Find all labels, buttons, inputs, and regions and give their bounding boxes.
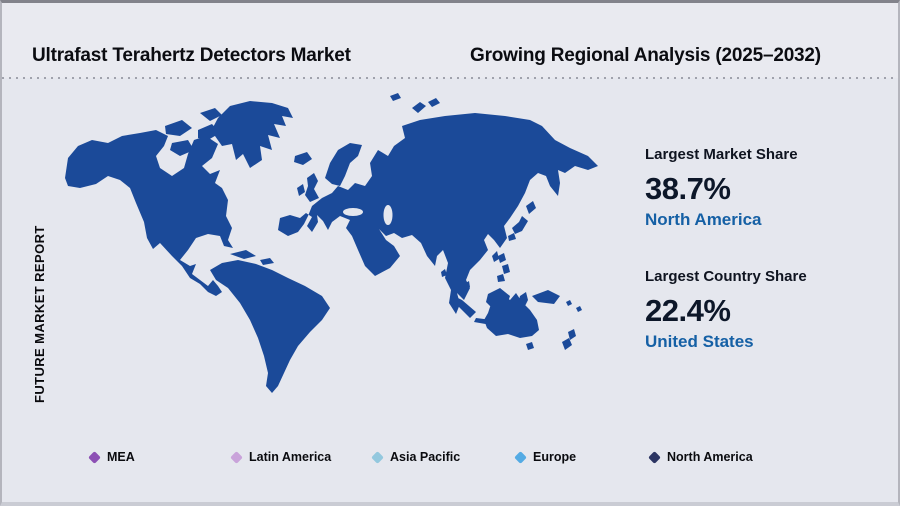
legend-dot-icon	[88, 450, 101, 464]
legend-dot-icon	[230, 450, 243, 464]
legend-label: North America	[667, 450, 753, 464]
legend-dot-icon	[514, 450, 527, 464]
legend-item-europe: Europe	[514, 450, 577, 464]
legend-item-latin-america: Latin America	[230, 450, 332, 464]
world-map-landmass	[65, 93, 598, 393]
stat-region: North America	[645, 210, 762, 229]
stat-label: Largest Country Share	[645, 268, 807, 285]
legend-label: MEA	[107, 450, 135, 464]
legend-label: Europe	[533, 450, 577, 464]
header-band: Ultrafast Terahertz Detectors Market Gro…	[2, 3, 898, 78]
legend-dot-icon	[371, 450, 384, 464]
legend-dot-icon	[648, 450, 661, 464]
stat-region: United States	[645, 332, 754, 351]
legend-item-asia-pacific: Asia Pacific	[371, 450, 461, 464]
black-sea-cutout	[343, 208, 363, 216]
dotted-divider	[2, 77, 898, 79]
world-map-svg	[65, 93, 598, 393]
legend: MEA Latin America Asia Pacific Europe No…	[2, 450, 898, 470]
stat-label: Largest Market Share	[645, 146, 798, 163]
legend-label: Latin America	[249, 450, 332, 464]
infographic-frame: Ultrafast Terahertz Detectors Market Gro…	[0, 0, 900, 506]
page-subtitle: Growing Regional Analysis (2025–2032)	[470, 45, 821, 66]
stat-country-share: Largest Country Share 22.4% United State…	[645, 268, 895, 352]
stat-market-share: Largest Market Share 38.7% North America	[645, 146, 895, 230]
brand-vertical-label: FUTURE MARKET REPORT	[32, 225, 47, 403]
legend-item-mea: MEA	[88, 450, 135, 464]
page-title: Ultrafast Terahertz Detectors Market	[32, 45, 351, 66]
caspian-sea-cutout	[383, 205, 393, 225]
legend-label: Asia Pacific	[390, 450, 461, 464]
legend-item-north-america: North America	[648, 450, 753, 464]
stat-value: 38.7%	[645, 171, 731, 206]
stat-value: 22.4%	[645, 293, 731, 328]
world-map	[60, 88, 650, 418]
